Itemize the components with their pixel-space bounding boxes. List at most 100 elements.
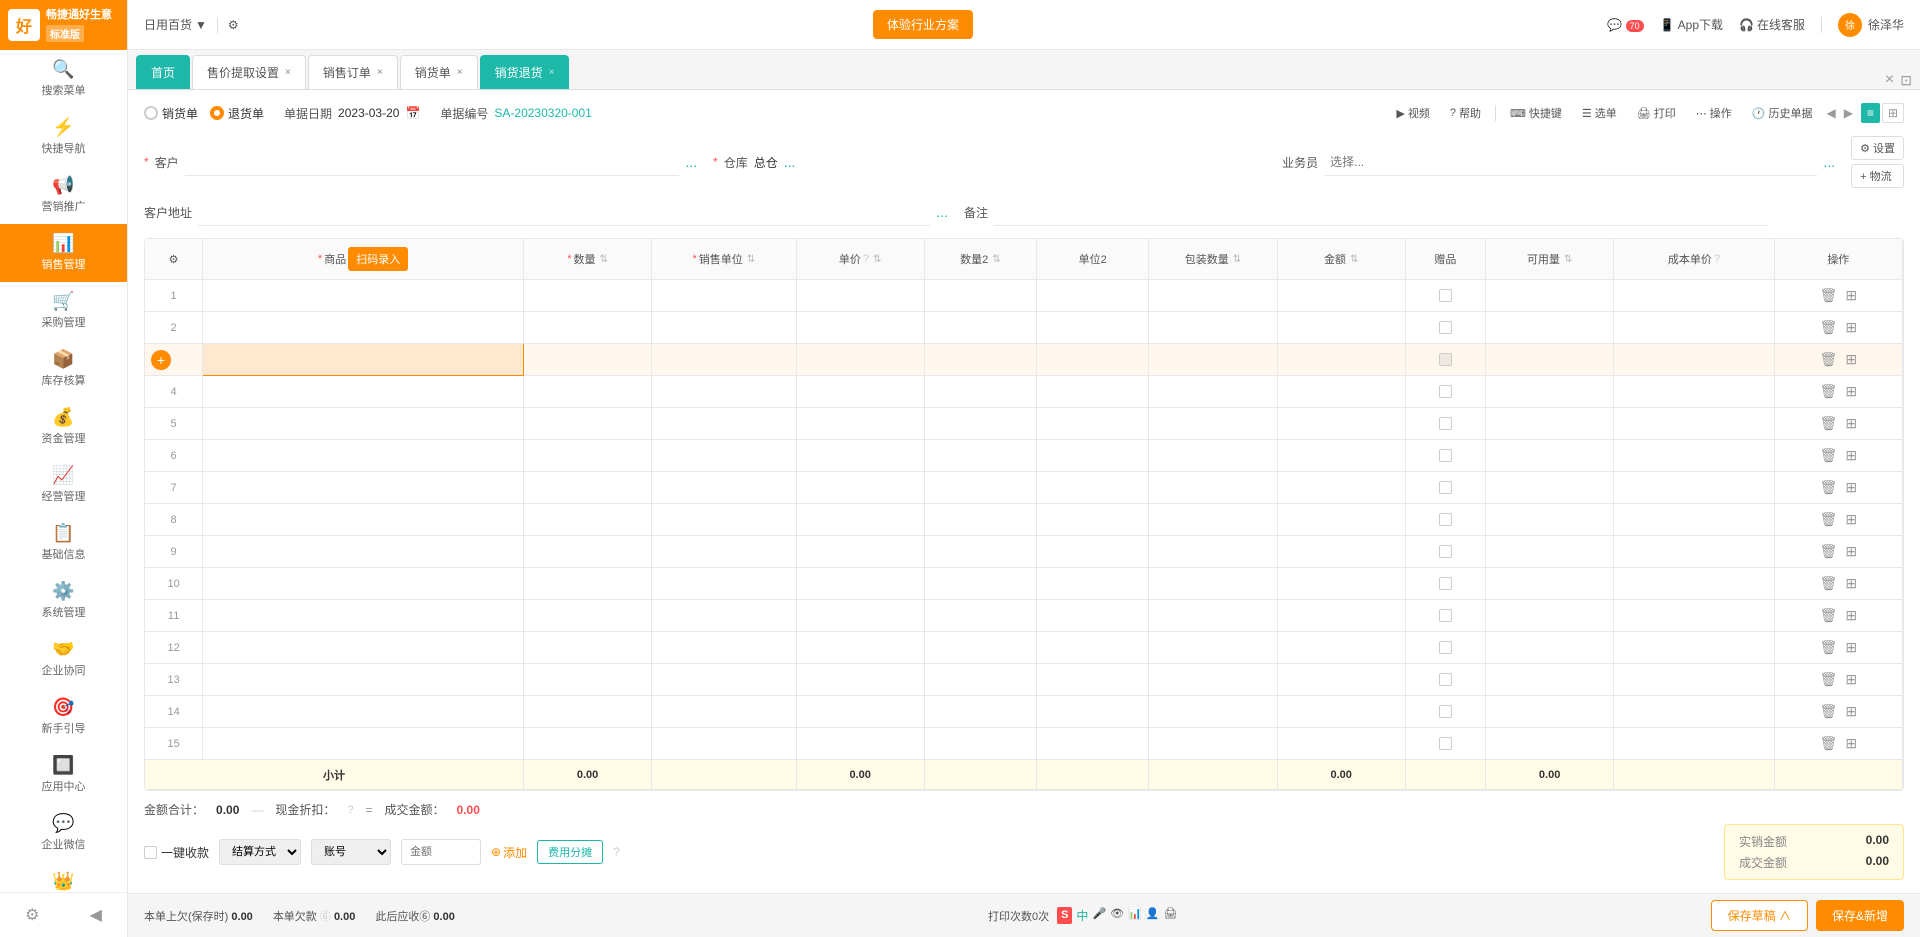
qty2-cell[interactable] xyxy=(924,696,1036,728)
avail-cell[interactable] xyxy=(1486,440,1614,472)
avail-cell[interactable] xyxy=(1486,600,1614,632)
toolbar-select[interactable]: ☰ 选单 xyxy=(1576,102,1623,124)
sidebar-item-member[interactable]: 👑 畅会员 xyxy=(0,862,127,892)
product-cell[interactable] xyxy=(203,600,524,632)
sidebar-item-purchase[interactable]: 🛒 采购管理 xyxy=(0,282,127,340)
delete-row-btn[interactable]: 🗑 xyxy=(1818,669,1840,690)
cost-cell[interactable] xyxy=(1614,376,1774,408)
price-cell[interactable] xyxy=(796,376,924,408)
qty-cell[interactable] xyxy=(523,312,651,344)
app-download-btn[interactable]: 📱 App下载 xyxy=(1660,16,1723,33)
price-cell[interactable] xyxy=(796,664,924,696)
view-table-btn[interactable]: ≡ xyxy=(1861,103,1880,123)
qty-cell[interactable] xyxy=(523,344,651,376)
cost-cell[interactable] xyxy=(1614,280,1774,312)
gift-checkbox[interactable] xyxy=(1439,417,1452,430)
qty2-cell[interactable] xyxy=(924,440,1036,472)
delete-row-btn[interactable]: 🗑 xyxy=(1818,317,1840,338)
unit2-cell[interactable] xyxy=(1037,632,1149,664)
quick-pay-cb[interactable] xyxy=(144,846,157,859)
product-cell[interactable] xyxy=(203,472,524,504)
unit-cell[interactable] xyxy=(652,696,796,728)
pkgqty-cell[interactable] xyxy=(1149,312,1277,344)
unit2-cell[interactable] xyxy=(1037,664,1149,696)
product-cell[interactable] xyxy=(203,728,524,760)
pkgqty-sort-icon[interactable]: ⇅ xyxy=(1233,254,1241,265)
cost-cell[interactable] xyxy=(1614,632,1774,664)
price-cell[interactable] xyxy=(796,600,924,632)
avail-cell[interactable] xyxy=(1486,632,1614,664)
price-cell[interactable] xyxy=(796,312,924,344)
amount-cell[interactable] xyxy=(1277,728,1405,760)
qty-cell[interactable] xyxy=(523,472,651,504)
customer-picker-btn[interactable]: ... xyxy=(685,154,697,170)
copy-row-btn[interactable]: ⊞ xyxy=(1843,669,1859,690)
tab-delivery-close[interactable]: × xyxy=(457,67,463,78)
gift-checkbox[interactable] xyxy=(1439,481,1452,494)
unit-cell[interactable] xyxy=(652,280,796,312)
calendar-icon[interactable]: 📅 xyxy=(405,106,420,120)
gift-cell[interactable] xyxy=(1405,312,1485,344)
cost-cell[interactable] xyxy=(1614,312,1774,344)
delete-row-btn[interactable]: 🗑 xyxy=(1818,509,1840,530)
product-cell[interactable] xyxy=(203,504,524,536)
product-cell[interactable] xyxy=(203,280,524,312)
gift-checkbox[interactable] xyxy=(1439,385,1452,398)
unit2-cell[interactable] xyxy=(1037,472,1149,504)
copy-row-btn[interactable]: ⊞ xyxy=(1843,477,1859,498)
qty2-cell[interactable] xyxy=(924,664,1036,696)
avail-cell[interactable] xyxy=(1486,504,1614,536)
message-btn[interactable]: 💬 70 xyxy=(1607,18,1643,32)
unit-cell[interactable] xyxy=(652,632,796,664)
unit2-cell[interactable] xyxy=(1037,440,1149,472)
salesperson-picker-btn[interactable]: ... xyxy=(1823,154,1835,170)
tab-expand[interactable]: ⊡ xyxy=(1900,72,1912,89)
copy-row-btn[interactable]: ⊞ xyxy=(1843,349,1859,370)
pkgqty-cell[interactable] xyxy=(1149,472,1277,504)
gift-cell[interactable] xyxy=(1405,728,1485,760)
qty2-cell[interactable] xyxy=(924,312,1036,344)
experience-btn[interactable]: 体验行业方案 xyxy=(873,10,973,39)
pkgqty-cell[interactable] xyxy=(1149,536,1277,568)
copy-row-btn[interactable]: ⊞ xyxy=(1843,637,1859,658)
sidebar-item-inventory[interactable]: 📦 库存核算 xyxy=(0,340,127,398)
sidebar-item-marketing[interactable]: 📢 营销推广 xyxy=(0,166,127,224)
sidebar-item-enterprise[interactable]: 🤝 企业协同 xyxy=(0,630,127,688)
gift-cell[interactable] xyxy=(1405,632,1485,664)
amount-cell[interactable] xyxy=(1277,504,1405,536)
amount-sort-icon[interactable]: ⇅ xyxy=(1350,254,1358,265)
unit-sort-icon[interactable]: ⇅ xyxy=(747,254,755,265)
cost-cell[interactable] xyxy=(1614,440,1774,472)
tab-price-close[interactable]: × xyxy=(285,67,291,78)
sidebar-item-system[interactable]: ⚙️ 系统管理 xyxy=(0,572,127,630)
unit-cell[interactable] xyxy=(652,568,796,600)
unit2-cell[interactable] xyxy=(1037,312,1149,344)
unit-cell[interactable] xyxy=(652,600,796,632)
qty2-sort-icon[interactable]: ⇅ xyxy=(992,254,1000,265)
qty-cell[interactable] xyxy=(523,504,651,536)
gift-checkbox[interactable] xyxy=(1439,705,1452,718)
qty2-cell[interactable] xyxy=(924,600,1036,632)
product-cell[interactable] xyxy=(203,664,524,696)
qty-sort-icon[interactable]: ⇅ xyxy=(600,254,608,265)
sidebar-item-finance[interactable]: 💰 资金管理 xyxy=(0,398,127,456)
unit2-cell[interactable] xyxy=(1037,536,1149,568)
gift-cell[interactable] xyxy=(1405,600,1485,632)
qty-cell[interactable] xyxy=(523,280,651,312)
price-sort-icon[interactable]: ⇅ xyxy=(873,254,881,265)
price-cell[interactable] xyxy=(796,696,924,728)
gift-checkbox[interactable] xyxy=(1439,737,1452,750)
copy-row-btn[interactable]: ⊞ xyxy=(1843,509,1859,530)
avail-cell[interactable] xyxy=(1486,568,1614,600)
amount-cell[interactable] xyxy=(1277,632,1405,664)
sidebar-item-wechat[interactable]: 💬 企业微信 xyxy=(0,804,127,862)
avail-cell[interactable] xyxy=(1486,408,1614,440)
delete-row-btn[interactable]: 🗑 xyxy=(1818,285,1840,306)
product-cell[interactable] xyxy=(203,568,524,600)
price-cell[interactable] xyxy=(796,408,924,440)
amount-cell[interactable] xyxy=(1277,568,1405,600)
delete-row-btn[interactable]: 🗑 xyxy=(1818,637,1840,658)
topbar-settings-btn[interactable]: ⚙ xyxy=(228,18,239,32)
cost-cell[interactable] xyxy=(1614,344,1774,376)
price-cell[interactable] xyxy=(796,632,924,664)
